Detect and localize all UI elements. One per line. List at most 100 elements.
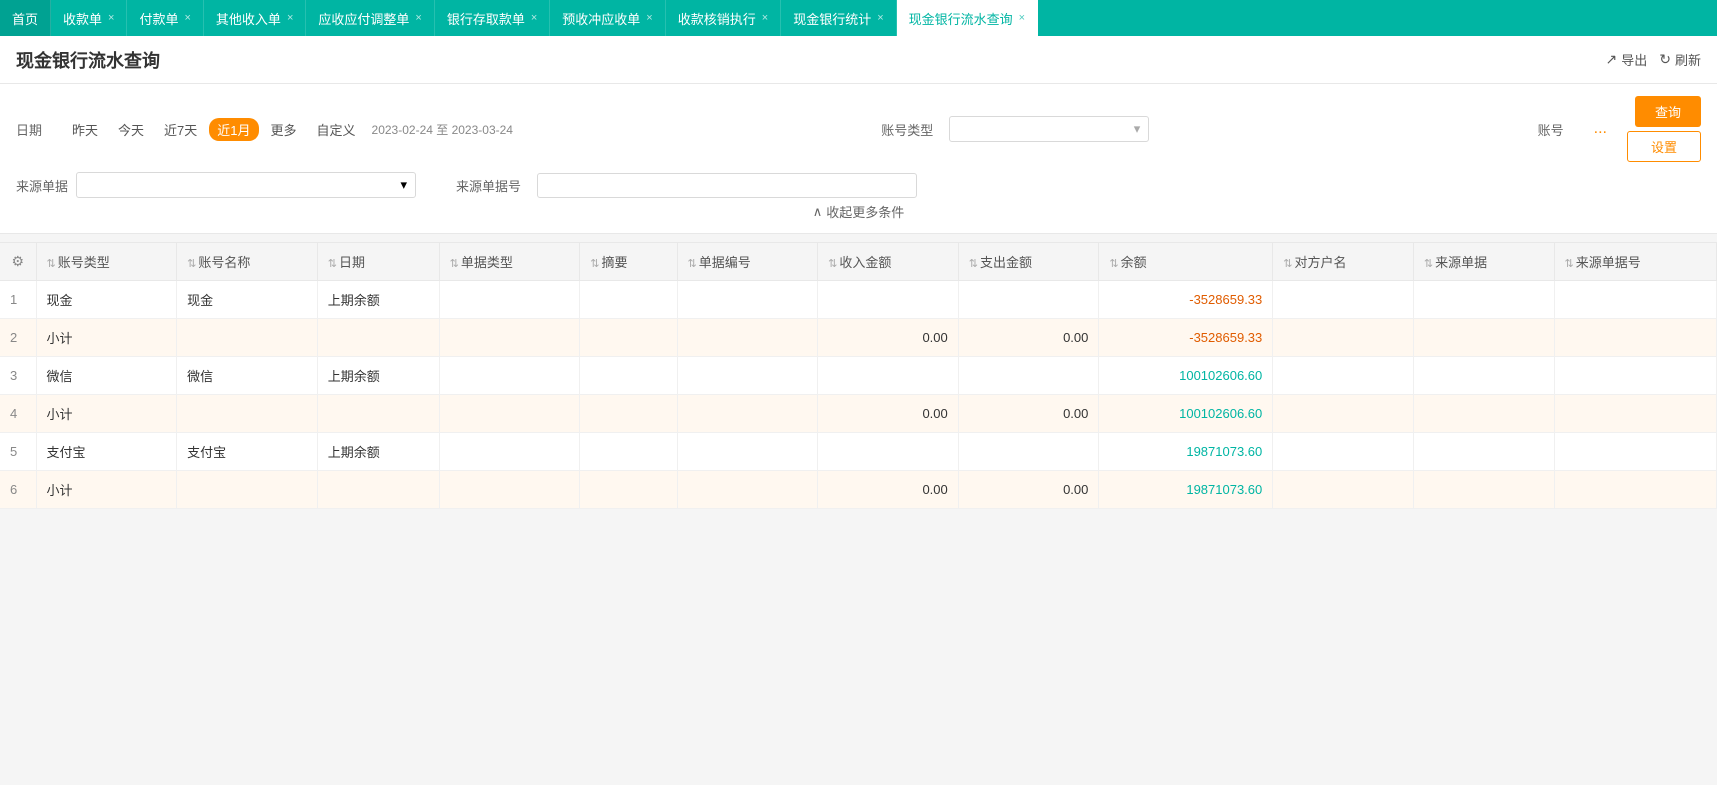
col-settings[interactable]: ⚙ <box>0 243 36 281</box>
sort-icon-source-doc[interactable]: ⇅ <box>1424 258 1433 270</box>
nav-tab-收款单[interactable]: 收款单 × <box>51 0 127 36</box>
export-button[interactable]: ↗ 导出 <box>1606 50 1648 69</box>
cell-summary <box>580 471 677 509</box>
sort-icon-date[interactable]: ⇅ <box>328 258 337 270</box>
export-icon: ↗ <box>1606 51 1618 68</box>
col-expense: ⇅支出金额 <box>958 243 1099 281</box>
source-doc-select[interactable]: ▾ <box>76 172 416 198</box>
nav-tab-label: 付款单 <box>139 9 178 28</box>
refresh-button[interactable]: ↻ 刷新 <box>1659 50 1701 69</box>
cell-expense: 0.00 <box>958 395 1099 433</box>
account-group: 账号 ... <box>1538 120 1611 139</box>
source-doc-no-group: 来源单据号 <box>456 173 1701 198</box>
date-filter-label: 日期 <box>16 120 56 139</box>
nav-tab-其他收入单[interactable]: 其他收入单 × <box>204 0 306 36</box>
cell-num: 4 <box>0 395 36 433</box>
nav-tab-label: 其他收入单 <box>216 9 281 28</box>
date-btn-more[interactable]: 更多 <box>263 118 305 141</box>
sort-icon-summary[interactable]: ⇅ <box>590 258 599 270</box>
sort-icon-account-type[interactable]: ⇅ <box>47 258 56 270</box>
cell-doc-type <box>439 433 580 471</box>
cell-type: 现金 <box>36 281 177 319</box>
account-dots-button[interactable]: ... <box>1594 120 1607 138</box>
nav-home[interactable]: 首页 <box>0 0 51 36</box>
col-summary: ⇅摘要 <box>580 243 677 281</box>
nav-tab-收款核销执行[interactable]: 收款核销执行× <box>666 0 781 36</box>
cell-type: 支付宝 <box>36 433 177 471</box>
nav-tab-现金银行统计[interactable]: 现金银行统计× <box>781 0 896 36</box>
col-doc-type: ⇅单据类型 <box>439 243 580 281</box>
query-button[interactable]: 查询 <box>1635 96 1701 127</box>
close-icon[interactable]: × <box>877 12 883 24</box>
cell-expense: 0.00 <box>958 471 1099 509</box>
source-doc-no-input[interactable] <box>537 173 917 198</box>
close-icon[interactable]: × <box>531 12 537 24</box>
close-icon[interactable]: × <box>1019 12 1025 24</box>
collapse-bar[interactable]: ∧ 收起更多条件 <box>16 198 1701 221</box>
date-btn-today[interactable]: 今天 <box>110 118 152 141</box>
sort-icon-account-name[interactable]: ⇅ <box>187 258 196 270</box>
cell-counterpart <box>1273 357 1414 395</box>
date-btn-yesterday[interactable]: 昨天 <box>64 118 106 141</box>
cell-source-doc-no <box>1554 395 1716 433</box>
sort-icon-doc-no[interactable]: ⇅ <box>688 258 697 270</box>
settings-button[interactable]: 设置 <box>1627 131 1701 162</box>
cell-balance: -3528659.33 <box>1099 281 1273 319</box>
cell-source-doc <box>1413 395 1554 433</box>
close-icon[interactable]: × <box>415 12 421 24</box>
nav-home-label: 首页 <box>12 9 38 28</box>
nav-tab-付款单[interactable]: 付款单 × <box>127 0 203 36</box>
cell-doc-type <box>439 357 580 395</box>
close-icon[interactable]: × <box>184 12 190 24</box>
collapse-arrow-icon: ∧ <box>813 204 823 220</box>
sort-icon-source-doc-no[interactable]: ⇅ <box>1565 258 1574 270</box>
close-icon[interactable]: × <box>762 12 768 24</box>
col-counterpart: ⇅对方户名 <box>1273 243 1414 281</box>
sort-icon-doc-type[interactable]: ⇅ <box>450 258 459 270</box>
date-btn-7days[interactable]: 近7天 <box>156 118 205 141</box>
cell-doc-type <box>439 471 580 509</box>
nav-tab-label: 应收应付调整单 <box>318 9 409 28</box>
cell-source-doc-no <box>1554 357 1716 395</box>
nav-tab-现金银行流水查询[interactable]: 现金银行流水查询× <box>897 0 1038 36</box>
cell-doc-no <box>677 281 818 319</box>
cell-source-doc <box>1413 433 1554 471</box>
cell-income <box>818 357 959 395</box>
date-btn-1month[interactable]: 近1月 <box>209 118 258 141</box>
header-actions: ↗ 导出 ↻ 刷新 <box>1606 50 1702 69</box>
cell-expense: 0.00 <box>958 319 1099 357</box>
close-icon[interactable]: × <box>646 12 652 24</box>
col-income: ⇅收入金额 <box>818 243 959 281</box>
close-icon[interactable]: × <box>287 12 293 24</box>
cell-summary <box>580 319 677 357</box>
cell-name <box>177 319 318 357</box>
sort-icon-balance[interactable]: ⇅ <box>1109 258 1118 270</box>
refresh-label: 刷新 <box>1675 50 1701 69</box>
cell-source-doc <box>1413 281 1554 319</box>
table-wrapper: ⚙ ⇅账号类型 ⇅账号名称 ⇅日期 ⇅单据类型 ⇅摘要 ⇅单据编号 ⇅收入金额 … <box>0 242 1717 509</box>
nav-tab-预收冲应收单[interactable]: 预收冲应收单 × <box>550 0 665 36</box>
nav-tab-label: 收款单 <box>63 9 102 28</box>
cell-balance: 19871073.60 <box>1099 433 1273 471</box>
cell-income <box>818 433 959 471</box>
sort-icon-income[interactable]: ⇅ <box>828 258 837 270</box>
nav-tab-label: 预收冲应收单 <box>562 9 640 28</box>
cell-type: 微信 <box>36 357 177 395</box>
sort-icon-counterpart[interactable]: ⇅ <box>1283 258 1292 270</box>
cell-doc-type <box>439 281 580 319</box>
nav-tab-银行存取款单[interactable]: 银行存取款单× <box>435 0 550 36</box>
filter-area: 日期 昨天 今天 近7天 近1月 更多 自定义 2023-02-24 至 202… <box>0 84 1717 234</box>
cell-expense <box>958 281 1099 319</box>
nav-tab-应收应付调整单[interactable]: 应收应付调整单 × <box>306 0 434 36</box>
date-range-display: 2023-02-24 至 2023-03-24 <box>372 121 513 138</box>
cell-date <box>317 395 439 433</box>
col-doc-no: ⇅单据编号 <box>677 243 818 281</box>
sort-icon-expense[interactable]: ⇅ <box>969 258 978 270</box>
account-type-select[interactable]: ▾ <box>949 116 1149 142</box>
close-icon[interactable]: × <box>108 12 114 24</box>
cell-num: 2 <box>0 319 36 357</box>
cell-source-doc <box>1413 357 1554 395</box>
cell-name <box>177 471 318 509</box>
cell-doc-no <box>677 357 818 395</box>
date-btn-custom[interactable]: 自定义 <box>309 118 364 141</box>
